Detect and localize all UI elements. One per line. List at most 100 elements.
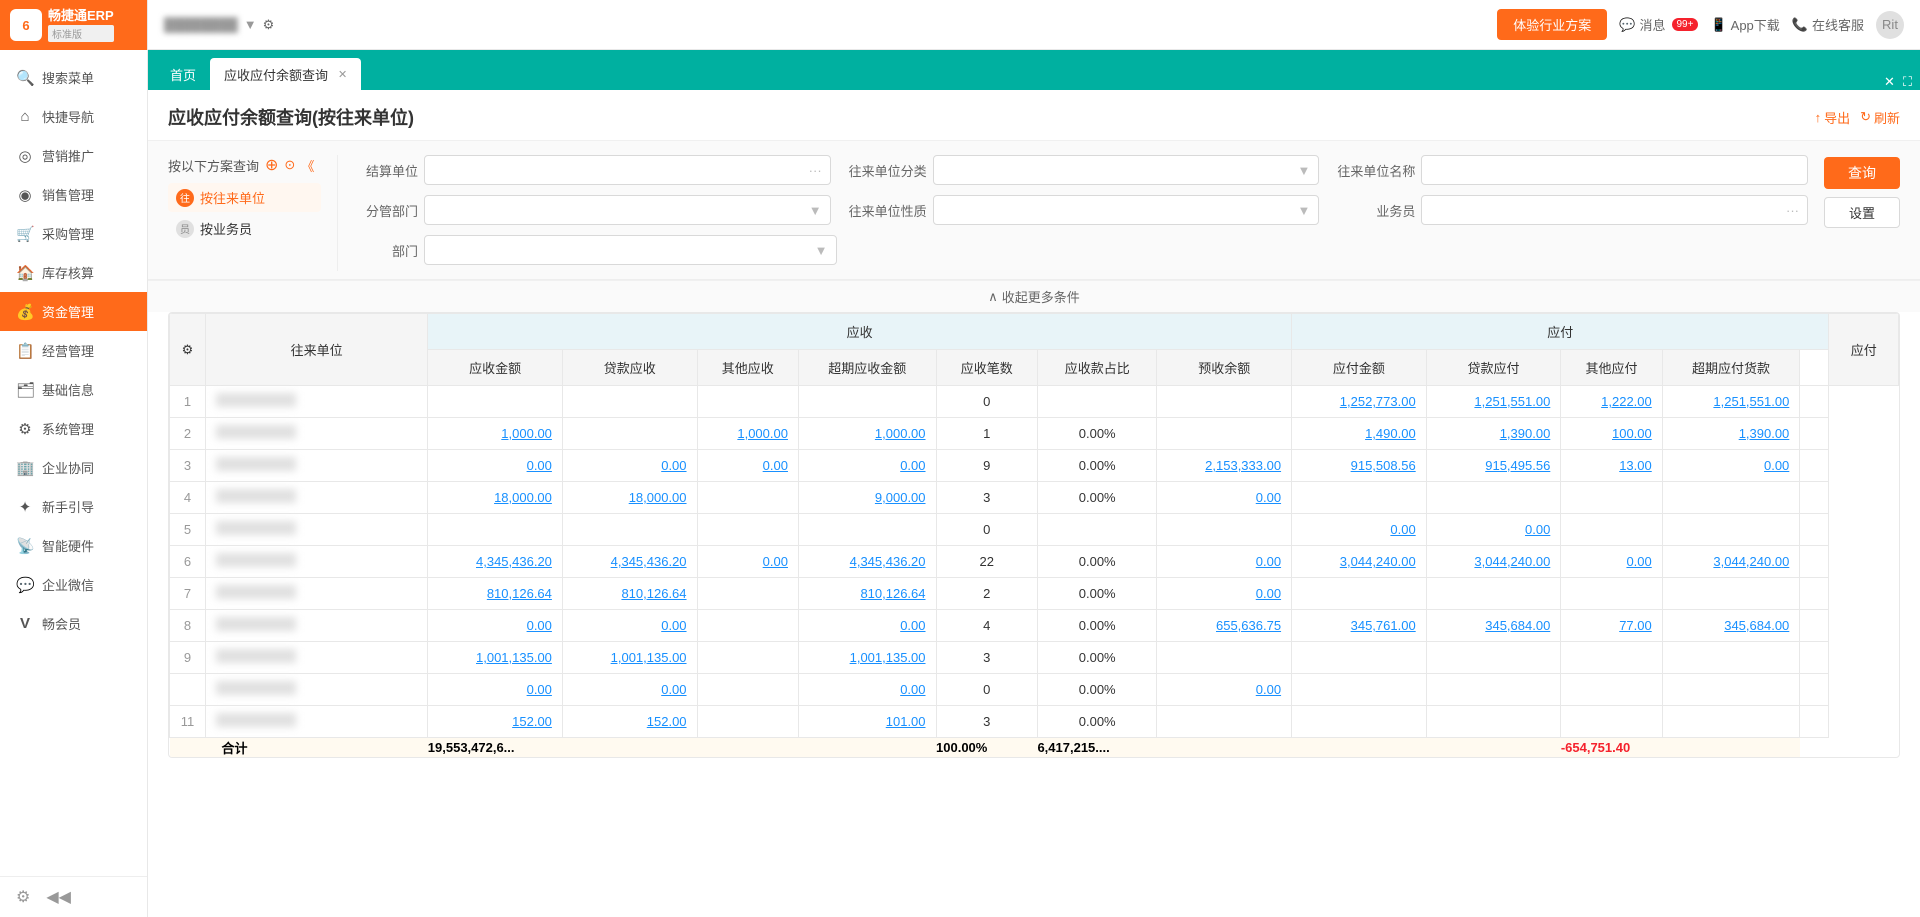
sidebar-item-member[interactable]: V 畅会员 [0, 604, 147, 643]
ar_overdue-cell[interactable]: 4,345,436.20 [798, 546, 936, 578]
ap_loan-cell[interactable]: 3,044,240.00 [1426, 546, 1561, 578]
ar_overdue-cell[interactable]: 0.00 [798, 674, 936, 706]
collapse-more-btn[interactable]: ∧ 收起更多条件 [148, 280, 1920, 312]
tab-home[interactable]: 首页 [156, 58, 210, 90]
ap_overdue-cell[interactable]: 3,044,240.00 [1662, 546, 1800, 578]
ap_other-cell[interactable]: 0.00 [1561, 546, 1662, 578]
ar_amount-cell[interactable]: 18,000.00 [428, 482, 563, 514]
ar_amount-cell[interactable]: 1,000.00 [428, 418, 563, 450]
sidebar-item-corp[interactable]: 🏢 企业协同 [0, 448, 147, 487]
chevron-down-icon[interactable]: ▼ [244, 17, 257, 32]
ar_amount-cell[interactable]: 1,001,135.00 [428, 642, 563, 674]
footer-ar-amount[interactable]: 19,553,472,6... [428, 738, 563, 758]
query-button[interactable]: 查询 [1824, 157, 1900, 189]
ar_overdue-cell[interactable]: 0.00 [798, 610, 936, 642]
ar_amount-cell[interactable]: 0.00 [428, 674, 563, 706]
ap_loan-cell[interactable]: 0.00 [1426, 514, 1561, 546]
ar_prepay-cell[interactable]: 655,636.75 [1157, 610, 1292, 642]
salesperson-input[interactable]: ··· [1421, 195, 1808, 225]
close-window-icon[interactable]: ✕ [1884, 74, 1895, 90]
ar_other-cell[interactable]: 1,000.00 [697, 418, 798, 450]
ap_loan-cell[interactable]: 915,495.56 [1426, 450, 1561, 482]
manage-dept-select[interactable]: ▼ [424, 195, 831, 225]
app-download-area[interactable]: 📱 App下载 [1710, 15, 1779, 34]
partner-category-select[interactable]: ▼ [933, 155, 1320, 185]
settings-scheme-icon[interactable]: ⊙ [284, 157, 295, 173]
ap_other-cell[interactable]: 1,222.00 [1561, 386, 1662, 418]
ap_amount-cell[interactable]: 1,490.00 [1292, 418, 1427, 450]
partner-nature-select[interactable]: ▼ [933, 195, 1320, 225]
ar_overdue-cell[interactable]: 810,126.64 [798, 578, 936, 610]
sidebar-item-hardware[interactable]: 📡 智能硬件 [0, 526, 147, 565]
setting-button[interactable]: 设置 [1824, 197, 1900, 228]
ap_overdue-cell[interactable]: 1,390.00 [1662, 418, 1800, 450]
expand-icon[interactable]: ⛶ [1903, 74, 1912, 90]
sidebar-item-system[interactable]: ⚙ 系统管理 [0, 409, 147, 448]
refresh-button[interactable]: ↻ 刷新 [1860, 108, 1900, 127]
ar_other-cell[interactable]: 0.00 [697, 546, 798, 578]
ar_prepay-cell[interactable]: 2,153,333.00 [1157, 450, 1292, 482]
ar_overdue-cell[interactable]: 1,001,135.00 [798, 642, 936, 674]
sidebar-item-inventory[interactable]: 🏠 库存核算 [0, 253, 147, 292]
ar_loan-cell[interactable]: 810,126.64 [562, 578, 697, 610]
ar_prepay-cell[interactable]: 0.00 [1157, 482, 1292, 514]
sidebar-item-marketing[interactable]: ◎ 营销推广 [0, 136, 147, 175]
ap_loan-cell[interactable]: 1,251,551.00 [1426, 386, 1561, 418]
settlement-unit-input[interactable]: ··· [424, 155, 831, 185]
ar_loan-cell[interactable]: 1,001,135.00 [562, 642, 697, 674]
sidebar-item-operation[interactable]: 📋 经营管理 [0, 331, 147, 370]
ap_overdue-cell[interactable]: 0.00 [1662, 450, 1800, 482]
ap_overdue-cell[interactable]: 1,251,551.00 [1662, 386, 1800, 418]
ar_amount-cell[interactable]: 4,345,436.20 [428, 546, 563, 578]
settings-col-header[interactable]: ⚙ [170, 314, 206, 386]
sidebar-item-weixin[interactable]: 💬 企业微信 [0, 565, 147, 604]
customer-service-area[interactable]: 📞 在线客服 [1792, 15, 1864, 34]
scheme-by-partner[interactable]: 往 按往来单位 [168, 183, 321, 212]
table-settings-icon[interactable]: ⚙ [182, 342, 194, 357]
settings-btn[interactable]: ⚙ [263, 17, 275, 33]
sidebar-item-purchase[interactable]: 🛒 采购管理 [0, 214, 147, 253]
ar_prepay-cell[interactable]: 0.00 [1157, 674, 1292, 706]
tab-ar-ap[interactable]: 应收应付余额查询 ✕ [210, 58, 361, 90]
sidebar-item-finance[interactable]: 💰 资金管理 [0, 292, 147, 331]
export-button[interactable]: ↑ 导出 [1815, 108, 1851, 127]
ar_loan-cell[interactable]: 0.00 [562, 674, 697, 706]
ar_loan-cell[interactable]: 152.00 [562, 706, 697, 738]
ar_amount-cell[interactable]: 0.00 [428, 610, 563, 642]
ar_overdue-cell[interactable]: 0.00 [798, 450, 936, 482]
ap_amount-cell[interactable]: 0.00 [1292, 514, 1427, 546]
sidebar-item-quick[interactable]: ⌂ 快捷导航 [0, 97, 147, 136]
sidebar-item-guide[interactable]: ✦ 新手引导 [0, 487, 147, 526]
ar_loan-cell[interactable]: 0.00 [562, 610, 697, 642]
ar_prepay-cell[interactable]: 0.00 [1157, 546, 1292, 578]
ap_overdue-cell[interactable]: 345,684.00 [1662, 610, 1800, 642]
ap_other-cell[interactable]: 77.00 [1561, 610, 1662, 642]
ar_amount-cell[interactable]: 0.00 [428, 450, 563, 482]
dept-select[interactable]: ▼ [424, 235, 837, 265]
sidebar-item-sales[interactable]: ◉ 销售管理 [0, 175, 147, 214]
ar_overdue-cell[interactable]: 1,000.00 [798, 418, 936, 450]
ar_loan-cell[interactable]: 0.00 [562, 450, 697, 482]
settings-icon[interactable]: ⚙ [16, 887, 30, 907]
ar_loan-cell[interactable]: 18,000.00 [562, 482, 697, 514]
add-scheme-icon[interactable]: ⊕ [265, 155, 278, 175]
ar_other-cell[interactable]: 0.00 [697, 450, 798, 482]
partner-name-input[interactable] [1421, 155, 1808, 185]
ar_amount-cell[interactable]: 810,126.64 [428, 578, 563, 610]
ap_amount-cell[interactable]: 915,508.56 [1292, 450, 1427, 482]
ap_amount-cell[interactable]: 1,252,773.00 [1292, 386, 1427, 418]
collapse-icon[interactable]: ◀◀ [46, 887, 71, 907]
ar_prepay-cell[interactable]: 0.00 [1157, 578, 1292, 610]
ar_overdue-cell[interactable]: 101.00 [798, 706, 936, 738]
ap_amount-cell[interactable]: 3,044,240.00 [1292, 546, 1427, 578]
ar_overdue-cell[interactable]: 9,000.00 [798, 482, 936, 514]
promo-button[interactable]: 体验行业方案 [1497, 9, 1607, 40]
sidebar-item-search[interactable]: 🔍 搜索菜单 [0, 58, 147, 97]
ap_loan-cell[interactable]: 345,684.00 [1426, 610, 1561, 642]
ap_loan-cell[interactable]: 1,390.00 [1426, 418, 1561, 450]
ap_other-cell[interactable]: 100.00 [1561, 418, 1662, 450]
message-icon-area[interactable]: 💬 消息 99+ [1619, 15, 1698, 34]
ar_amount-cell[interactable]: 152.00 [428, 706, 563, 738]
ar_loan-cell[interactable]: 4,345,436.20 [562, 546, 697, 578]
avatar[interactable]: Rit [1876, 11, 1904, 39]
